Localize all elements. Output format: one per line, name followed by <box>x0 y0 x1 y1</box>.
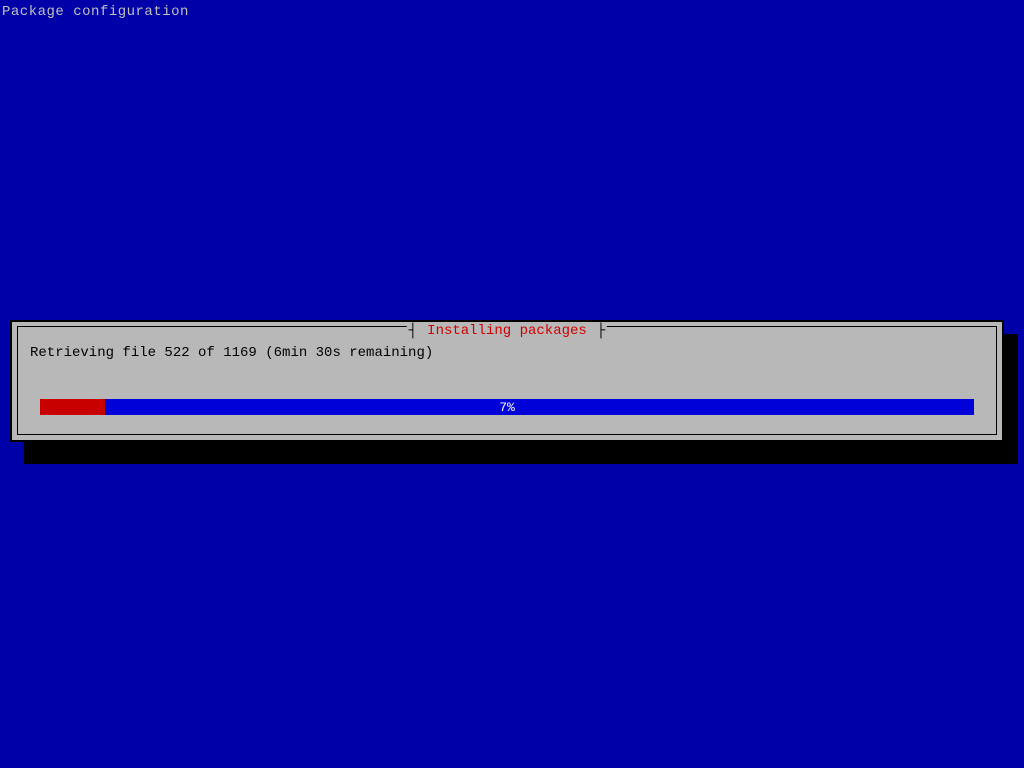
progress-bar: 7% <box>40 399 974 415</box>
dialog-inner-border: ┤ Installing packages ├ Retrieving file … <box>17 326 997 435</box>
dialog-title-wrapper: ┤ Installing packages ├ <box>407 323 607 339</box>
title-bracket-right: ├ <box>597 323 605 339</box>
progress-percent-label: 7% <box>40 399 974 415</box>
page-title: Package configuration <box>2 4 189 20</box>
dialog-title: Installing packages <box>421 323 593 339</box>
installer-dialog: ┤ Installing packages ├ Retrieving file … <box>10 320 1004 442</box>
title-bracket-left: ┤ <box>409 323 417 339</box>
status-text: Retrieving file 522 of 1169 (6min 30s re… <box>30 345 433 361</box>
